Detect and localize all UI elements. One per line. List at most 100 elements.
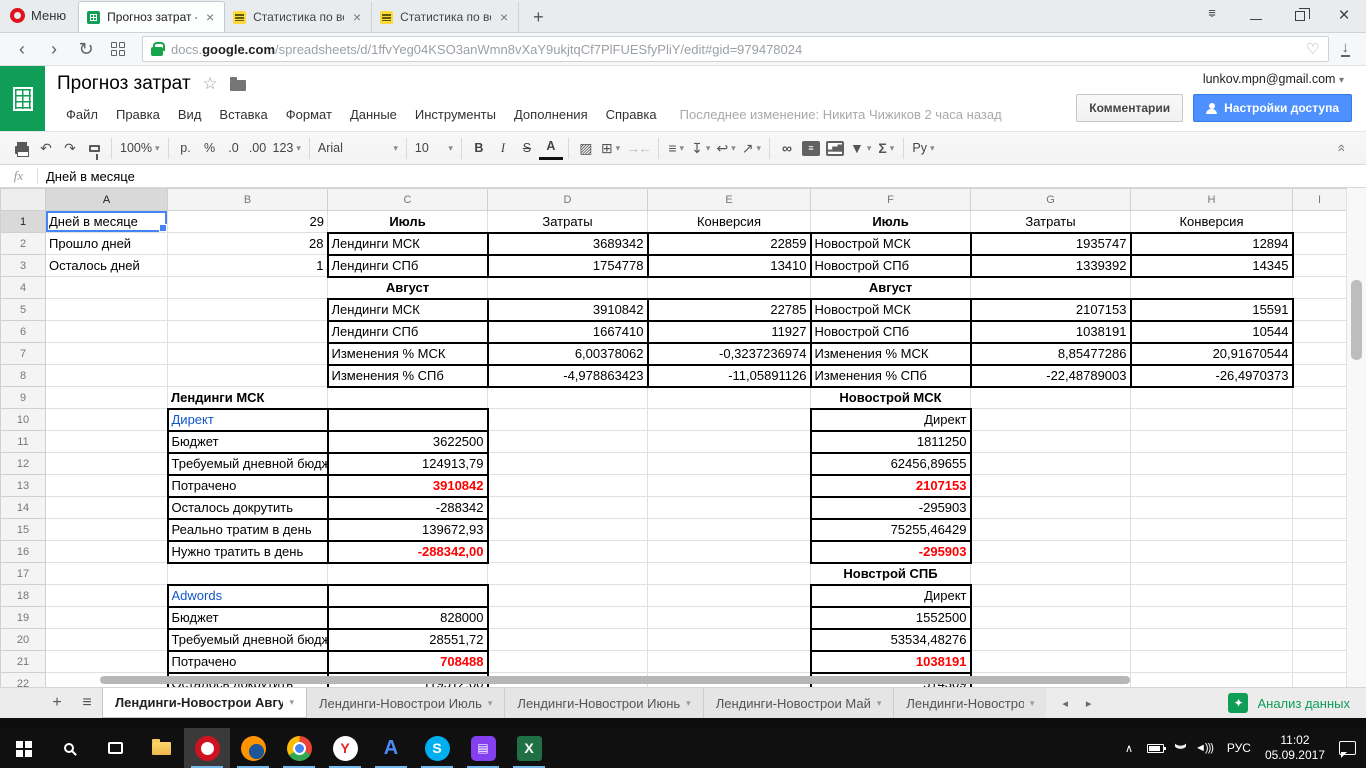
cell-D18[interactable] bbox=[487, 584, 648, 607]
print-button[interactable] bbox=[10, 136, 34, 160]
cell-E21[interactable] bbox=[647, 650, 811, 673]
functions-button[interactable]: Σ ▾ bbox=[874, 136, 898, 160]
cell-F18[interactable]: Директ bbox=[809, 583, 972, 608]
cell-G14[interactable] bbox=[970, 496, 1131, 519]
minimize-button[interactable] bbox=[1234, 0, 1278, 32]
cell-D4[interactable] bbox=[487, 276, 648, 299]
cell-I21[interactable] bbox=[1292, 650, 1347, 673]
cell-A11[interactable] bbox=[45, 430, 168, 453]
percent-format-button[interactable]: % bbox=[198, 136, 222, 160]
cell-I6[interactable] bbox=[1292, 320, 1347, 343]
row-header-10[interactable]: 10 bbox=[0, 408, 46, 431]
cell-G2[interactable]: 1935747 bbox=[969, 231, 1132, 256]
col-header-I[interactable]: I bbox=[1292, 188, 1347, 211]
cell-E6[interactable]: 11927 bbox=[646, 319, 812, 344]
cell-C17[interactable] bbox=[327, 562, 488, 585]
row-header-15[interactable]: 15 bbox=[0, 518, 46, 541]
vertical-align-button[interactable]: ↧ ▾ bbox=[688, 136, 713, 160]
add-sheet-button[interactable]: + bbox=[42, 688, 72, 718]
more-formats-button[interactable]: 123 ▾ bbox=[270, 136, 304, 160]
sheet-tab-3[interactable]: Лендинги-Новострои Май ▾ bbox=[703, 688, 895, 718]
cell-D8[interactable]: -4,978863423 bbox=[486, 363, 649, 388]
cell-I16[interactable] bbox=[1292, 540, 1347, 563]
cell-I18[interactable] bbox=[1292, 584, 1347, 607]
cell-H10[interactable] bbox=[1130, 408, 1293, 431]
taskbar-app-chrome[interactable] bbox=[276, 728, 322, 768]
cell-F14[interactable]: -295903 bbox=[809, 495, 972, 520]
cell-C10[interactable] bbox=[326, 407, 489, 432]
cell-G11[interactable] bbox=[970, 430, 1131, 453]
cell-F1[interactable]: Июль bbox=[810, 210, 971, 234]
cell-G3[interactable]: 1339392 bbox=[969, 253, 1132, 278]
cell-F13[interactable]: 2107153 bbox=[809, 473, 972, 498]
cell-E3[interactable]: 13410 bbox=[646, 253, 812, 278]
cell-E19[interactable] bbox=[647, 606, 811, 629]
cell-I8[interactable] bbox=[1292, 364, 1347, 387]
cell-D11[interactable] bbox=[487, 430, 648, 453]
cell-C4[interactable]: Август bbox=[327, 276, 488, 299]
close-button[interactable]: × bbox=[1322, 0, 1366, 32]
cell-B16[interactable]: Нужно тратить в день bbox=[166, 539, 329, 564]
cell-H21[interactable] bbox=[1130, 650, 1293, 673]
row-header-14[interactable]: 14 bbox=[0, 496, 46, 519]
cell-E4[interactable] bbox=[647, 276, 811, 299]
cell-F6[interactable]: Новострой СПб bbox=[809, 319, 972, 344]
cell-A15[interactable] bbox=[45, 518, 168, 541]
cell-G19[interactable] bbox=[970, 606, 1131, 629]
text-wrap-button[interactable]: ↩ ▾ bbox=[713, 136, 738, 160]
sheet-tab-menu-icon[interactable]: ▾ bbox=[488, 698, 493, 709]
menu-item-0[interactable]: Файл bbox=[57, 104, 107, 125]
cell-A1[interactable]: Дней в месяце bbox=[45, 210, 168, 233]
cell-F21[interactable]: 1038191 bbox=[809, 649, 972, 674]
row-header-20[interactable]: 20 bbox=[0, 628, 46, 651]
font-select[interactable]: Arial ▾ bbox=[315, 136, 401, 160]
cell-D16[interactable] bbox=[487, 540, 648, 563]
cell-H12[interactable] bbox=[1130, 452, 1293, 475]
cell-C20[interactable]: 28551,72 bbox=[326, 627, 489, 652]
cell-H7[interactable]: 20,91670544 bbox=[1129, 341, 1294, 366]
cell-A2[interactable]: Прошло дней bbox=[45, 232, 168, 255]
cell-D6[interactable]: 1667410 bbox=[486, 319, 649, 344]
vertical-scrollbar[interactable] bbox=[1346, 188, 1366, 687]
cell-D14[interactable] bbox=[487, 496, 648, 519]
cell-C14[interactable]: -288342 bbox=[326, 495, 489, 520]
cell-B21[interactable]: Потрачено bbox=[166, 649, 329, 674]
cell-G12[interactable] bbox=[970, 452, 1131, 475]
cell-C5[interactable]: Лендинги МСК bbox=[326, 297, 489, 322]
horizontal-scrollbar-thumb[interactable] bbox=[100, 676, 1130, 684]
row-header-2[interactable]: 2 bbox=[0, 232, 46, 255]
cell-G15[interactable] bbox=[970, 518, 1131, 541]
hidden-icons-button[interactable]: ∧ bbox=[1125, 742, 1133, 755]
cell-A5[interactable] bbox=[45, 298, 168, 321]
redo-button[interactable]: ↷ bbox=[58, 136, 82, 160]
battery-icon[interactable] bbox=[1147, 743, 1167, 753]
forward-button[interactable]: › bbox=[40, 36, 68, 62]
collapse-toolbar-button[interactable]: » bbox=[1332, 144, 1348, 152]
cell-I13[interactable] bbox=[1292, 474, 1347, 497]
decrease-decimals-button[interactable]: .0 bbox=[222, 136, 246, 160]
col-header-H[interactable]: H bbox=[1130, 188, 1293, 211]
cell-B18[interactable]: Adwords bbox=[166, 583, 329, 608]
cell-B4[interactable] bbox=[167, 276, 328, 299]
language-indicator[interactable]: РУС bbox=[1227, 741, 1251, 755]
star-icon[interactable]: ☆ bbox=[203, 74, 218, 94]
tab-close-icon[interactable]: × bbox=[204, 9, 216, 25]
taskbar-app-mediaget[interactable]: ▤ bbox=[460, 728, 506, 768]
new-tab-button[interactable]: + bbox=[519, 7, 558, 32]
menu-item-1[interactable]: Правка bbox=[107, 104, 169, 125]
strikethrough-button[interactable]: S bbox=[515, 136, 539, 160]
opera-menu-button[interactable]: Меню bbox=[0, 0, 78, 32]
cell-I7[interactable] bbox=[1292, 342, 1347, 365]
cell-G18[interactable] bbox=[970, 584, 1131, 607]
cell-D17[interactable] bbox=[487, 562, 648, 585]
cell-A16[interactable] bbox=[45, 540, 168, 563]
tab-close-icon[interactable]: × bbox=[498, 9, 510, 25]
ruble-functions-button[interactable]: Ру ▾ bbox=[909, 136, 937, 160]
menu-item-3[interactable]: Вставка bbox=[210, 104, 276, 125]
menu-item-5[interactable]: Данные bbox=[341, 104, 406, 125]
sheet-tab-menu-icon[interactable]: ▾ bbox=[877, 698, 882, 709]
cell-F16[interactable]: -295903 bbox=[809, 539, 972, 564]
sheet-tab-menu-icon[interactable]: ▾ bbox=[1030, 698, 1035, 709]
cell-B6[interactable] bbox=[167, 320, 328, 343]
cell-G9[interactable] bbox=[970, 386, 1131, 409]
